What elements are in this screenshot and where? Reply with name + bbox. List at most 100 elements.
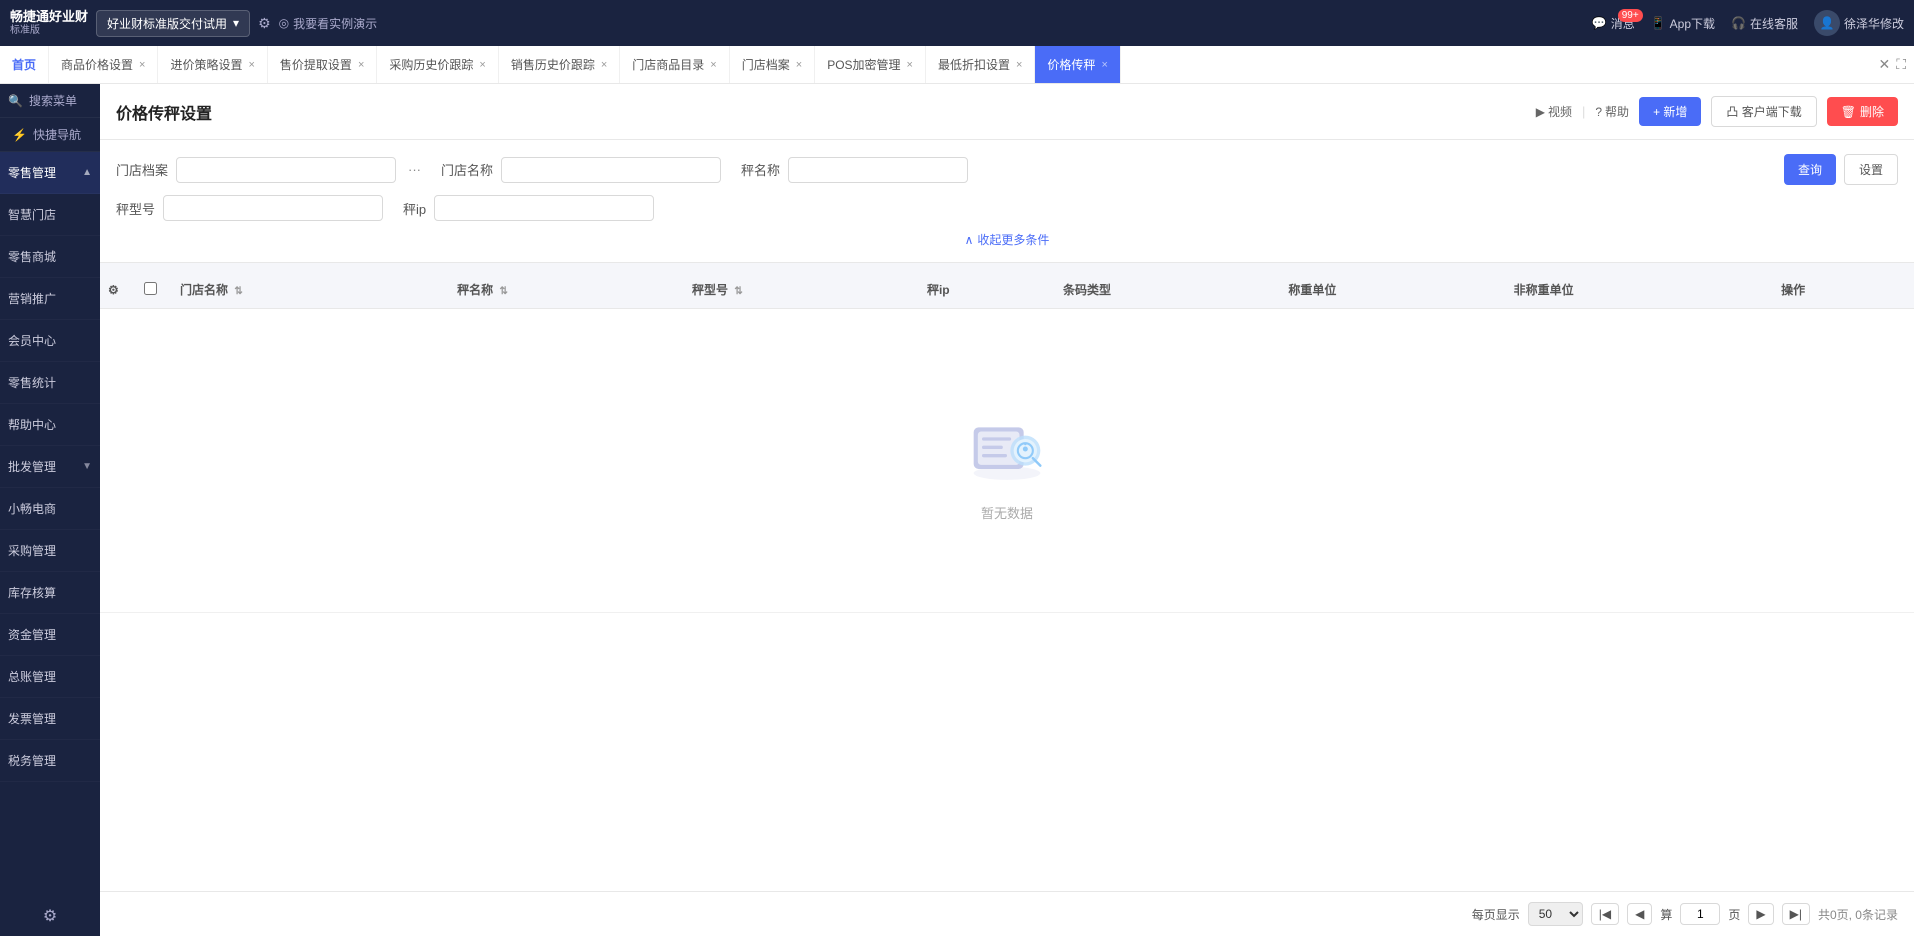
sidebar-item-tax[interactable]: 税务管理 (0, 740, 100, 782)
tab-sale-price-close[interactable]: × (358, 59, 364, 71)
sort-icon-store-name[interactable]: ⇅ (234, 286, 242, 297)
sidebar-item-retail-stats[interactable]: 零售统计 (0, 362, 100, 404)
filter-scale-name: 秤名称 (741, 157, 968, 183)
sidebar-item-finance[interactable]: 资金管理 (0, 614, 100, 656)
sidebar-item-ecommerce[interactable]: 小畅电商 (0, 488, 100, 530)
sort-icon-scale-model[interactable]: ⇅ (734, 286, 742, 297)
filter-row-2: 秤型号 秤ip (116, 195, 1898, 221)
tab-sales-history-close[interactable]: × (601, 59, 607, 71)
message-button[interactable]: 💬 消息 99+ (1592, 15, 1635, 32)
tab-pos-encrypt[interactable]: POS加密管理 × (815, 46, 926, 83)
empty-row: 暂无数据 (100, 309, 1914, 613)
app-subtitle: 标准版 (10, 25, 88, 37)
sidebar-item-help[interactable]: 帮助中心 (0, 404, 100, 446)
version-selector[interactable]: 好业财标准版交付试用 ▾ (96, 10, 250, 37)
tab-price-scale-close[interactable]: × (1101, 59, 1107, 71)
tab-sale-price[interactable]: 售价提取设置 × (268, 46, 377, 83)
scale-ip-input[interactable] (434, 195, 654, 221)
page-word: 算 (1660, 906, 1672, 923)
tab-goods-price-close[interactable]: × (139, 59, 145, 71)
delete-button[interactable]: 🗑 删除 (1827, 97, 1898, 126)
tab-goods-price-label: 商品价格设置 (61, 56, 133, 73)
tab-home-label: 首页 (12, 56, 36, 73)
video-link[interactable]: ▶ 视频 (1536, 103, 1572, 120)
th-barcode-type: 条码类型 (1055, 271, 1280, 309)
scale-model-label: 秤型号 (116, 199, 155, 218)
tab-purchase-strategy-close[interactable]: × (248, 59, 254, 71)
query-button[interactable]: 查询 (1784, 154, 1836, 185)
page-size-select[interactable]: 10 20 50 100 (1528, 902, 1583, 926)
scale-model-input[interactable] (163, 195, 383, 221)
settings-icon-th[interactable]: ⚙ (108, 283, 119, 297)
top-header: 畅捷通好业财 标准版 好业财标准版交付试用 ▾ ⚙ ◎ 我要看实例演示 💬 消息… (0, 0, 1914, 46)
sidebar-item-ledger[interactable]: 总账管理 (0, 656, 100, 698)
tab-price-scale[interactable]: 价格传秤 × (1035, 46, 1120, 83)
chevron-down-icon: ▾ (233, 16, 239, 30)
sidebar-item-retail-mall-label: 零售商城 (8, 248, 56, 265)
last-page-button[interactable]: ▶| (1782, 903, 1810, 925)
next-page-button[interactable]: ▶ (1748, 903, 1773, 925)
tab-min-discount-close[interactable]: × (1016, 59, 1022, 71)
store-archive-dots[interactable]: ··· (408, 162, 421, 177)
sidebar-item-smart-store-label: 智慧门店 (8, 206, 56, 223)
header-left: 畅捷通好业财 标准版 好业财标准版交付试用 ▾ ⚙ ◎ 我要看实例演示 (10, 9, 377, 37)
question-icon: ? (1595, 105, 1602, 119)
data-table: ⚙ 门店名称 ⇅ 秤名称 ⇅ (100, 271, 1914, 613)
tab-pos-encrypt-close[interactable]: × (907, 59, 913, 71)
user-info[interactable]: 👤 徐泽华修改 (1814, 10, 1904, 36)
tab-purchase-history[interactable]: 采购历史价跟踪 × (377, 46, 498, 83)
tab-home[interactable]: 首页 (0, 46, 49, 83)
store-name-input[interactable] (501, 157, 721, 183)
tab-store-archive-close[interactable]: × (796, 59, 802, 71)
collapse-button[interactable]: ∧ 收起更多条件 (116, 231, 1898, 248)
sidebar-item-smart-store[interactable]: 智慧门店 (0, 194, 100, 236)
app-name: 畅捷通好业财 (10, 9, 88, 25)
demo-link[interactable]: ◎ 我要看实例演示 (279, 15, 378, 32)
tab-maximize-icon[interactable]: ⛶ (1896, 56, 1906, 73)
tab-min-discount[interactable]: 最低折扣设置 × (926, 46, 1035, 83)
page-actions: ▶ 视频 | ? 帮助 + 新增 凸 客户端下载 🗑 删除 (1536, 96, 1898, 127)
help-label: 帮助 (1605, 103, 1629, 120)
sidebar-item-marketing[interactable]: 营销推广 (0, 278, 100, 320)
tab-store-catalog[interactable]: 门店商品目录 × (620, 46, 729, 83)
filter-settings-button[interactable]: 设置 (1844, 154, 1898, 185)
sidebar-search[interactable]: 🔍 搜索菜单 (0, 84, 100, 118)
tab-store-archive[interactable]: 门店档案 × (730, 46, 815, 83)
sidebar-item-retail-mall[interactable]: 零售商城 (0, 236, 100, 278)
store-archive-input[interactable] (176, 157, 396, 183)
tab-goods-price[interactable]: 商品价格设置 × (49, 46, 158, 83)
th-store-name-label: 门店名称 (180, 283, 228, 297)
tab-purchase-strategy[interactable]: 进价策略设置 × (158, 46, 267, 83)
sidebar-bottom: ⚙ (0, 896, 100, 936)
prev-page-button[interactable]: ◀ (1627, 903, 1652, 925)
settings-icon[interactable]: ⚙ (258, 15, 271, 32)
sidebar-item-wholesale[interactable]: 批发管理 ▼ (0, 446, 100, 488)
scale-name-input[interactable] (788, 157, 968, 183)
online-service-button[interactable]: 🎧 在线客服 (1731, 15, 1798, 32)
tab-price-scale-label: 价格传秤 (1047, 56, 1095, 73)
sidebar-item-member[interactable]: 会员中心 (0, 320, 100, 362)
sidebar-gear-icon[interactable]: ⚙ (43, 908, 57, 925)
sidebar-item-tax-label: 税务管理 (8, 752, 56, 769)
download-button[interactable]: 凸 客户端下载 (1711, 96, 1816, 127)
sort-icon-scale-name[interactable]: ⇅ (500, 286, 508, 297)
sidebar-item-invoice[interactable]: 发票管理 (0, 698, 100, 740)
user-name: 徐泽华修改 (1844, 15, 1904, 32)
headphone-icon: 🎧 (1731, 16, 1746, 30)
tab-purchase-history-close[interactable]: × (479, 59, 485, 71)
sidebar-item-purchase[interactable]: 采购管理 (0, 530, 100, 572)
sidebar-quick-nav[interactable]: ⚡ 快捷导航 (0, 118, 100, 152)
select-all-checkbox[interactable] (144, 282, 157, 295)
page-input[interactable] (1680, 903, 1720, 925)
first-page-button[interactable]: |◀ (1591, 903, 1619, 925)
app-download-button[interactable]: 📱 App下载 (1651, 15, 1715, 32)
tab-close-icon[interactable]: ✕ (1878, 56, 1890, 73)
th-checkbox (136, 271, 172, 309)
tab-sales-history[interactable]: 销售历史价跟踪 × (499, 46, 620, 83)
th-store-name: 门店名称 ⇅ (172, 271, 449, 309)
tab-store-catalog-close[interactable]: × (710, 59, 716, 71)
help-link[interactable]: ? 帮助 (1595, 103, 1629, 120)
sidebar-item-inventory[interactable]: 库存核算 (0, 572, 100, 614)
add-button[interactable]: + 新增 (1639, 97, 1701, 126)
sidebar-item-retail[interactable]: 零售管理 ▲ (0, 152, 100, 194)
